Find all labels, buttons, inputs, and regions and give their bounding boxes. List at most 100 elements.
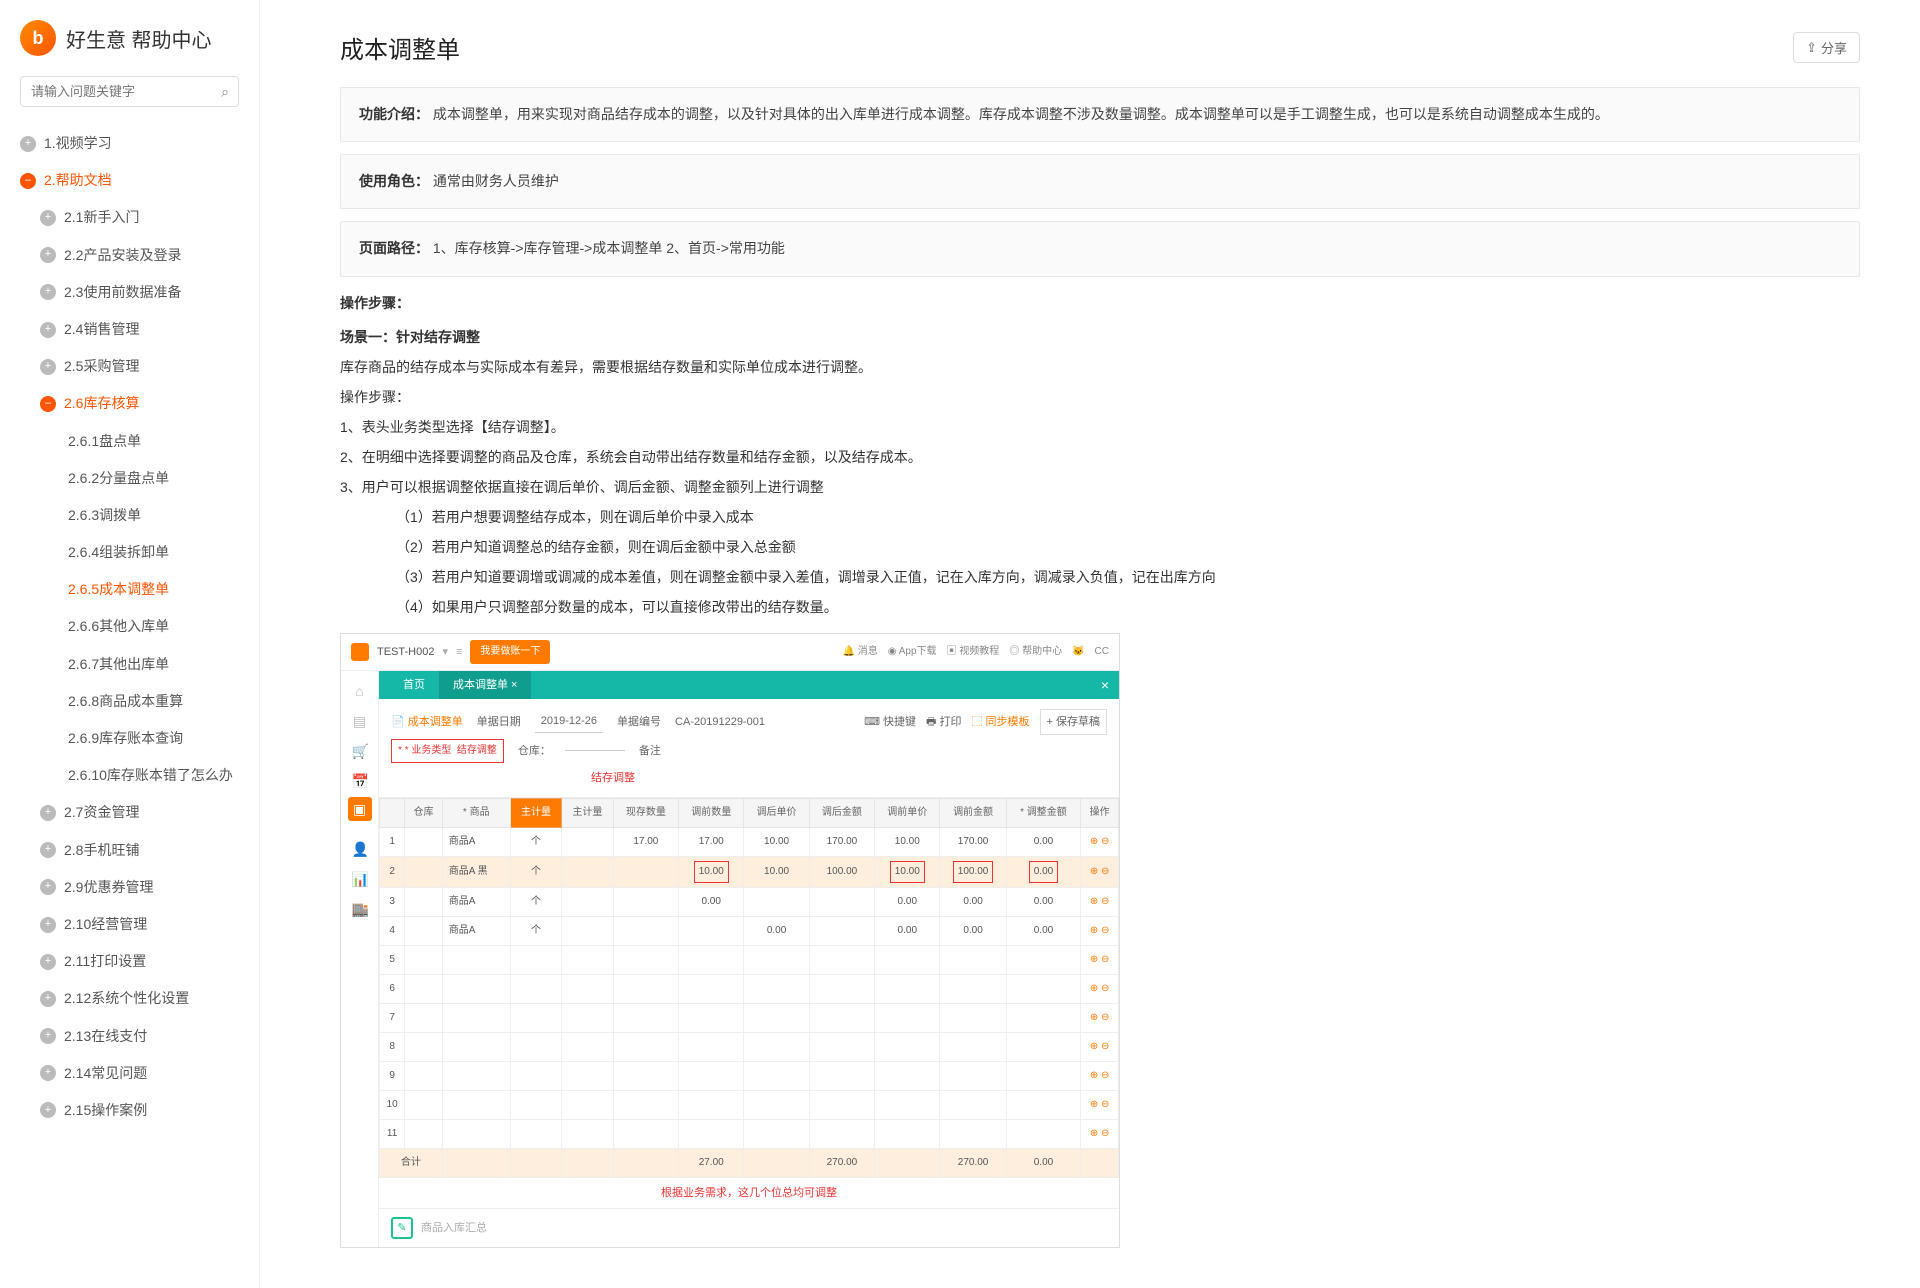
plus-icon: + — [40, 247, 56, 263]
nav-2-6-4[interactable]: 2.6.4组装拆卸单 — [0, 534, 259, 571]
table-row: 4商品A个0.000.000.000.00⊕ ⊖ — [380, 916, 1119, 945]
user-icon: 👤 — [352, 835, 368, 851]
nav-2-6-7[interactable]: 2.6.7其他出库单 — [0, 646, 259, 683]
nav-2-7[interactable]: +2.7资金管理 — [0, 794, 259, 831]
ss-workspace: TEST-H002 — [377, 641, 434, 663]
nav-2-docs[interactable]: –2.帮助文档 — [0, 162, 259, 199]
ss-grid: 仓库 * 商品 主计量 主计量 现存数量 调前数量 调后单价 调后金额 调前单价 — [379, 798, 1119, 1178]
th-aamt: 调后金额 — [809, 798, 874, 827]
nav-2-13[interactable]: +2.13在线支付 — [0, 1018, 259, 1055]
ss-left-rail: ⌂ ▤ 🛒 📅 ▣ 👤 📊 🏬 — [341, 671, 379, 1247]
th-bup: 调前单价 — [875, 798, 940, 827]
nav-2-10[interactable]: +2.10经营管理 — [0, 906, 259, 943]
embedded-screenshot: TEST-H002 ▾ ≡ 我要做账一下 🔔 消息 ◉ App下载 ▣ 视频教程… — [340, 633, 1120, 1248]
nav-2-6-9[interactable]: 2.6.9库存账本查询 — [0, 720, 259, 757]
store-icon: 🏬 — [352, 895, 368, 911]
plus-icon: + — [40, 210, 56, 226]
ss-form-title: 📄 成本调整单 — [391, 711, 463, 733]
nav-2-6-10[interactable]: 2.6.10库存账本错了怎么办 — [0, 757, 259, 794]
plus-icon: + — [40, 284, 56, 300]
ss-tpl: ⬚ 同步模板 — [971, 711, 1029, 733]
path-label: 页面路径： — [359, 240, 429, 256]
ss-video: ▣ 视频教程 — [947, 642, 1000, 662]
share-button[interactable]: ⇪ 分享 — [1793, 32, 1860, 63]
nav-2-5[interactable]: +2.5采购管理 — [0, 348, 259, 385]
nav-1-video[interactable]: +1.视频学习 — [0, 125, 259, 162]
step-3-4: （4）如果用户只调整部分数量的成本，可以直接修改带出的结存数量。 — [340, 593, 1860, 621]
wallet-icon: 📊 — [352, 865, 368, 881]
plus-icon: + — [40, 322, 56, 338]
tf-bamt: 270.00 — [940, 1148, 1006, 1177]
nav-2-3[interactable]: +2.3使用前数据准备 — [0, 274, 259, 311]
steps-heading: 操作步骤： — [340, 289, 1860, 317]
brand-title: 好生意 帮助中心 — [66, 24, 212, 53]
step-2: 2、在明细中选择要调整的商品及仓库，系统会自动带出结存数量和结存金额，以及结存成… — [340, 443, 1860, 471]
ss-tabs: 首页 成本调整单 × × — [379, 671, 1119, 699]
nav-2-14[interactable]: +2.14常见问题 — [0, 1055, 259, 1092]
th-qty: 调前数量 — [679, 798, 744, 827]
plus-icon: + — [40, 805, 56, 821]
table-row: 8⊕ ⊖ — [380, 1032, 1119, 1061]
scene1-desc: 库存商品的结存成本与实际成本有差异，需要根据结存数量和实际单位成本进行调整。 — [340, 353, 1860, 381]
box-icon: ▣ — [348, 797, 372, 821]
nav-2-15[interactable]: +2.15操作案例 — [0, 1092, 259, 1129]
th-adj: * 调整金额 — [1006, 798, 1081, 827]
nav-2-9[interactable]: +2.9优惠券管理 — [0, 869, 259, 906]
ss-help: ◎ 帮助中心 — [1009, 642, 1062, 662]
table-row: 10⊕ ⊖ — [380, 1090, 1119, 1119]
role-label: 使用角色： — [359, 173, 429, 189]
main-content: 成本调整单 ⇪ 分享 功能介绍： 成本调整单，用来实现对商品结存成本的调整，以及… — [260, 0, 1920, 1288]
intro-text: 成本调整单，用来实现对商品结存成本的调整，以及针对具体的出入库单进行成本调整。库… — [433, 106, 1609, 122]
ss-new-button: 我要做账一下 — [470, 640, 550, 664]
plus-icon: + — [40, 879, 56, 895]
ss-remark-label: 备注 — [639, 740, 661, 762]
ss-logo-icon — [351, 643, 369, 661]
table-row: 7⊕ ⊖ — [380, 1003, 1119, 1032]
nav-2-6-5[interactable]: 2.6.5成本调整单 — [0, 571, 259, 608]
ss-code-label: 单据编号 — [617, 711, 661, 733]
steps2-label: 操作步骤： — [340, 383, 1860, 411]
nav-2-6-8[interactable]: 2.6.8商品成本重算 — [0, 683, 259, 720]
ss-type-field: * * 业务类型 结存调整 — [391, 739, 504, 763]
share-icon: ⇪ — [1806, 40, 1817, 56]
search-input[interactable] — [20, 76, 239, 107]
nav-2-2[interactable]: +2.2产品安装及登录 — [0, 237, 259, 274]
tf-label: 合计 — [380, 1148, 443, 1177]
doc-icon: ▤ — [352, 707, 368, 723]
scene1-title: 场景一：针对结存调整 — [340, 323, 1860, 351]
bell-icon: 🔔 消息 — [843, 642, 878, 662]
nav-2-6-1[interactable]: 2.6.1盘点单 — [0, 423, 259, 460]
th-idx — [380, 798, 405, 827]
page-title: 成本调整单 — [340, 30, 460, 65]
ss-topbar: TEST-H002 ▾ ≡ 我要做账一下 🔔 消息 ◉ App下载 ▣ 视频教程… — [341, 634, 1119, 671]
tf-qty: 27.00 — [679, 1148, 744, 1177]
nav-2-1[interactable]: +2.1新手入门 — [0, 199, 259, 236]
table-row: 2商品A 黑个10.0010.00100.0010.00100.000.00⊕ … — [380, 856, 1119, 887]
ss-date-label: 单据日期 — [477, 711, 521, 733]
nav-2-6-2[interactable]: 2.6.2分量盘点单 — [0, 460, 259, 497]
table-row: 3商品A个0.000.000.000.00⊕ ⊖ — [380, 887, 1119, 916]
plus-icon: + — [40, 842, 56, 858]
sidebar: b 好生意 帮助中心 ⌕ +1.视频学习 –2.帮助文档 +2.1新手入门 +2… — [0, 0, 260, 1288]
ss-tab-home: 首页 — [389, 671, 439, 699]
search-box: ⌕ — [20, 76, 239, 107]
brand-logo-icon: b — [20, 20, 56, 56]
table-row: 1商品A个17.0017.0010.00170.0010.00170.000.0… — [380, 827, 1119, 856]
nav-2-6[interactable]: –2.6库存核算 — [0, 385, 259, 422]
search-icon[interactable]: ⌕ — [221, 83, 229, 100]
plus-icon: + — [40, 359, 56, 375]
th-unit1: 主计量 — [510, 798, 561, 827]
ss-date: 2019-12-26 — [535, 710, 603, 733]
nav-2-8[interactable]: +2.8手机旺铺 — [0, 832, 259, 869]
th-store: 仓库 — [405, 798, 443, 827]
nav-2-4[interactable]: +2.4销售管理 — [0, 311, 259, 348]
minus-icon: – — [40, 396, 56, 412]
ss-code: CA-20191229-001 — [675, 711, 765, 733]
nav-2-6-6[interactable]: 2.6.6其他入库单 — [0, 608, 259, 645]
table-row: 5⊕ ⊖ — [380, 945, 1119, 974]
ss-draft: + 保存草稿 — [1040, 709, 1107, 735]
article-body: 操作步骤： 场景一：针对结存调整 库存商品的结存成本与实际成本有差异，需要根据结… — [340, 289, 1860, 1248]
nav-2-6-3[interactable]: 2.6.3调拨单 — [0, 497, 259, 534]
table-row: 9⊕ ⊖ — [380, 1061, 1119, 1090]
nav-2-11[interactable]: +2.11打印设置 — [0, 943, 259, 980]
